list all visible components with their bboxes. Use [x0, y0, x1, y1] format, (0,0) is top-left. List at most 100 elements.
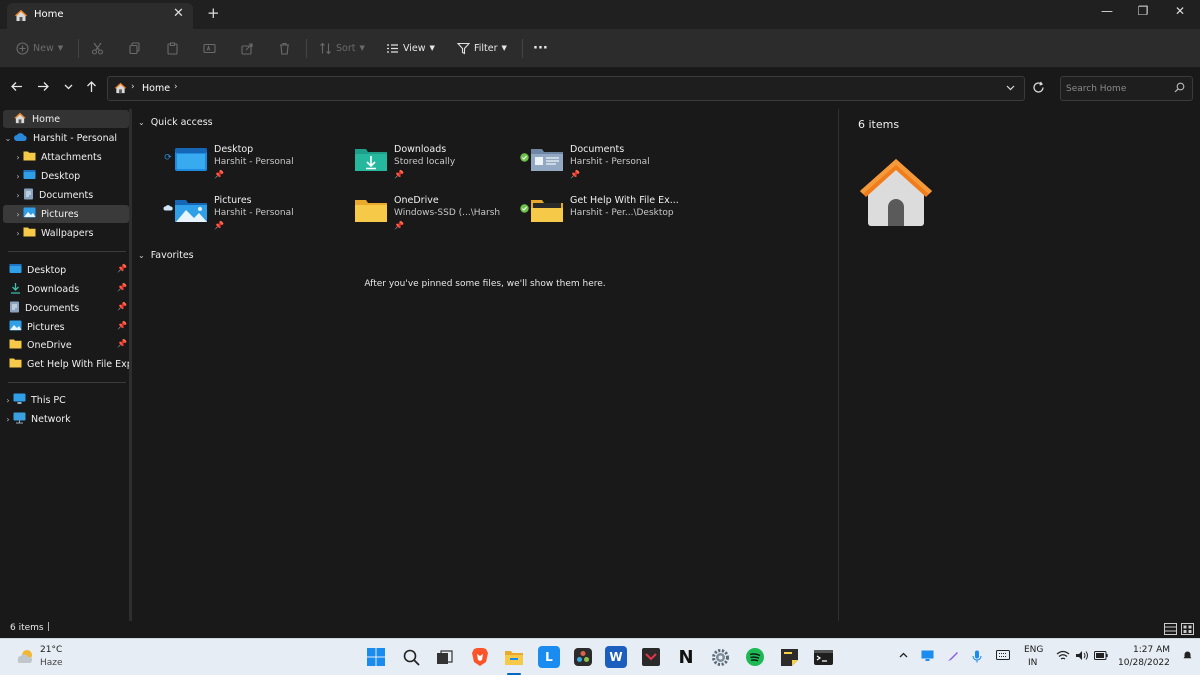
task-view-button[interactable]	[433, 646, 455, 668]
sidebar-item-desktop[interactable]: › Desktop	[3, 167, 129, 185]
chevron-down-icon[interactable]: ⌄	[138, 118, 145, 127]
chevron-right-icon[interactable]: ›	[13, 210, 23, 219]
pen-tray-icon[interactable]	[947, 650, 959, 665]
notion-app[interactable]: N	[675, 646, 697, 668]
clock-time[interactable]: 1:27 AM	[1133, 645, 1170, 655]
minimize-button[interactable]: —	[1097, 4, 1117, 18]
weather-haze-icon[interactable]	[15, 648, 35, 669]
search-box[interactable]	[1060, 76, 1193, 101]
view-button[interactable]: View ▼	[386, 40, 435, 56]
quick-access-item-get-help[interactable]: Get Help With File Ex... Harshit - Per..…	[518, 192, 688, 238]
quick-access-item-onedrive[interactable]: OneDrive Windows-SSD (...\Harsh 📌	[342, 192, 512, 238]
quick-access-item-documents[interactable]: Documents Harshit - Personal 📌	[518, 141, 688, 187]
weather-temperature[interactable]: 21°C	[40, 645, 62, 655]
new-button[interactable]: New ▼	[16, 40, 63, 56]
sidebar-pinned-documents[interactable]: Documents 📌	[3, 299, 129, 317]
close-window-button[interactable]: ✕	[1170, 4, 1190, 18]
tray-app-icon[interactable]	[921, 650, 934, 665]
chevron-right-icon[interactable]: ›	[13, 153, 23, 162]
sidebar-item-home[interactable]: Home	[3, 110, 129, 128]
more-options-button[interactable]: ···	[533, 40, 548, 56]
clock-date[interactable]: 10/28/2022	[1118, 658, 1170, 668]
divider	[78, 39, 79, 58]
sidebar-item-label: Documents	[25, 302, 80, 314]
new-tab-button[interactable]: +	[207, 4, 220, 22]
maximize-button[interactable]: ❐	[1133, 4, 1153, 18]
cut-button[interactable]	[91, 40, 104, 56]
chevron-right-icon[interactable]: ›	[131, 82, 135, 92]
davinci-resolve-app[interactable]	[572, 646, 594, 668]
chevron-right-icon[interactable]: ›	[13, 172, 23, 181]
terminal-app[interactable]	[812, 646, 834, 668]
language-region[interactable]: IN	[1028, 658, 1037, 668]
lens-app[interactable]: L	[538, 646, 560, 668]
show-hidden-icons-button[interactable]	[898, 650, 909, 664]
up-button[interactable]	[85, 80, 98, 97]
chevron-right-icon[interactable]: ›	[13, 229, 23, 238]
filter-button[interactable]: Filter ▼	[457, 40, 507, 56]
breadcrumb-home[interactable]: Home	[142, 83, 170, 94]
tab-home[interactable]: Home ✕	[7, 3, 193, 29]
sidebar-pinned-onedrive[interactable]: OneDrive 📌	[3, 336, 129, 354]
chevron-right-icon[interactable]: ›	[174, 82, 178, 92]
rename-button[interactable]	[203, 40, 216, 56]
sidebar-item-attachments[interactable]: › Attachments	[3, 148, 129, 166]
details-view-icon[interactable]	[1164, 623, 1177, 638]
sidebar-pinned-get-help[interactable]: Get Help With File Explorer	[3, 355, 129, 373]
taskbar-search-button[interactable]	[400, 646, 422, 668]
quick-access-item-pictures[interactable]: Pictures Harshit - Personal 📌	[162, 192, 332, 238]
tiles-view-icon[interactable]	[1181, 623, 1194, 638]
chevron-right-icon[interactable]: ›	[3, 415, 13, 424]
quick-access-header[interactable]: ⌄ Quick access	[138, 117, 213, 128]
settings-app[interactable]	[709, 646, 731, 668]
brave-browser-app[interactable]	[469, 646, 491, 668]
rename-icon	[203, 43, 216, 53]
sort-button[interactable]: Sort ▼	[319, 40, 365, 56]
quick-access-item-desktop[interactable]: ⟳ Desktop Harshit - Personal 📌	[162, 141, 332, 187]
chevron-right-icon[interactable]: ›	[13, 191, 23, 200]
sidebar-item-network[interactable]: › Network	[3, 410, 129, 428]
back-button[interactable]	[10, 80, 23, 97]
battery-tray-icon[interactable]	[1094, 650, 1108, 663]
sidebar-pinned-desktop[interactable]: Desktop 📌	[3, 261, 129, 279]
close-tab-icon[interactable]: ✕	[173, 6, 184, 21]
forward-button[interactable]	[37, 80, 50, 97]
sticky-notes-app[interactable]	[778, 646, 800, 668]
quick-access-item-downloads[interactable]: Downloads Stored locally 📌	[342, 141, 512, 187]
microphone-tray-icon[interactable]	[972, 650, 982, 666]
file-explorer-app[interactable]	[503, 646, 525, 668]
search-icon[interactable]	[1174, 82, 1185, 96]
sidebar-item-documents[interactable]: › Documents	[3, 186, 129, 204]
address-history-chevron-icon[interactable]	[1005, 82, 1016, 96]
favorites-header[interactable]: ⌄ Favorites	[138, 250, 194, 261]
volume-tray-icon[interactable]	[1075, 650, 1089, 664]
sidebar-pinned-downloads[interactable]: Downloads 📌	[3, 280, 129, 298]
weather-description[interactable]: Haze	[40, 658, 63, 668]
sidebar-item-onedrive[interactable]: ⌄ Harshit - Personal	[3, 129, 129, 147]
keyboard-icon	[996, 650, 1010, 660]
word-app[interactable]: W	[605, 646, 627, 668]
spotify-app[interactable]	[744, 646, 766, 668]
refresh-button[interactable]	[1032, 81, 1045, 98]
chevron-right-icon[interactable]: ›	[3, 396, 13, 405]
notifications-bell-icon[interactable]	[1183, 650, 1192, 663]
wifi-tray-icon[interactable]	[1056, 650, 1070, 664]
delete-button[interactable]	[278, 40, 291, 56]
keyboard-tray-icon[interactable]	[996, 650, 1010, 663]
sidebar-pinned-pictures[interactable]: Pictures 📌	[3, 318, 129, 336]
chevron-down-icon[interactable]: ⌄	[138, 251, 145, 260]
share-button[interactable]	[241, 40, 254, 56]
paste-button[interactable]	[166, 40, 179, 56]
search-input[interactable]	[1066, 81, 1171, 96]
sidebar-item-wallpapers[interactable]: › Wallpapers	[3, 224, 129, 242]
address-bar[interactable]: › Home ›	[107, 76, 1025, 101]
folder-icon	[9, 357, 22, 371]
sidebar-item-this-pc[interactable]: › This PC	[3, 391, 129, 409]
start-button[interactable]	[365, 646, 387, 668]
copy-button[interactable]	[128, 40, 141, 56]
sidebar-item-pictures[interactable]: › Pictures	[3, 205, 129, 223]
pocket-app[interactable]	[640, 646, 662, 668]
recent-locations-button[interactable]	[63, 80, 74, 97]
language-indicator[interactable]: ENG	[1024, 645, 1043, 655]
chevron-down-icon[interactable]: ⌄	[3, 134, 13, 143]
